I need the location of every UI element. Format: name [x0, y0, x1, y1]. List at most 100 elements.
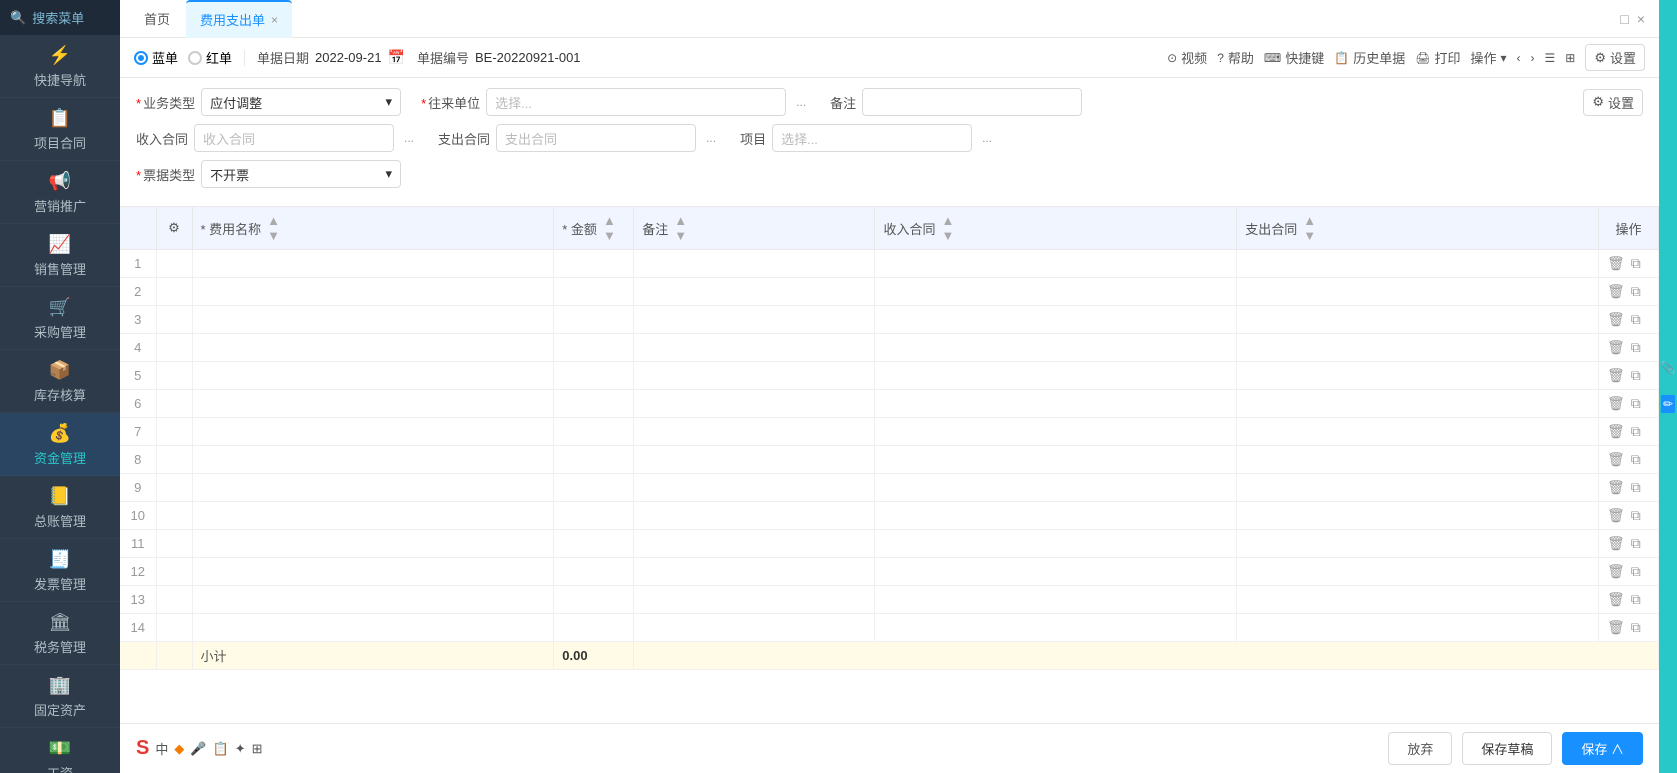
delete-row-2[interactable]: 🗑	[1607, 283, 1625, 300]
cell-income-8[interactable]	[875, 446, 1237, 474]
panel-edit-icon[interactable]: ✏	[1661, 395, 1675, 413]
expense-contract-dots[interactable]: ...	[702, 131, 720, 145]
save-draft-button[interactable]: 保存草稿	[1462, 732, 1552, 765]
sidebar-item-purchase[interactable]: 🛒采购管理	[0, 287, 120, 350]
delete-row-13[interactable]: 🗑	[1607, 591, 1625, 608]
sidebar-item-tax[interactable]: 🏛税务管理	[0, 602, 120, 665]
cell-expense-contract-8[interactable]	[1237, 446, 1599, 474]
tab-close-icon[interactable]: ×	[271, 13, 278, 27]
cell-expense-contract-5[interactable]	[1237, 362, 1599, 390]
th-amount[interactable]: * 金额 ▲▼	[554, 207, 634, 250]
save-button[interactable]: 保存 ∧	[1562, 732, 1643, 765]
cell-income-14[interactable]	[875, 614, 1237, 642]
expense-contract-select[interactable]: 支出合同	[496, 124, 696, 152]
grid-view-button[interactable]: ⊞	[1565, 51, 1575, 65]
cell-amount-9[interactable]	[554, 474, 634, 502]
cell-expense-contract-4[interactable]	[1237, 334, 1599, 362]
calendar-icon[interactable]: 📅	[388, 49, 405, 66]
cell-income-13[interactable]	[875, 586, 1237, 614]
cell-income-12[interactable]	[875, 558, 1237, 586]
cell-expense-6[interactable]	[192, 390, 554, 418]
cell-expense-contract-13[interactable]	[1237, 586, 1599, 614]
copy-row-9[interactable]: ⧉	[1631, 479, 1641, 496]
shortcut-button[interactable]: ⌨ 快捷键	[1264, 48, 1324, 67]
sidebar-item-project-contract[interactable]: 📋项目合同	[0, 98, 120, 161]
sidebar-item-fixed-assets[interactable]: 🏢固定资产	[0, 665, 120, 728]
tab-expense[interactable]: 费用支出单 ×	[186, 0, 292, 38]
cell-income-9[interactable]	[875, 474, 1237, 502]
sidebar-item-inventory[interactable]: 📦库存核算	[0, 350, 120, 413]
cell-income-3[interactable]	[875, 306, 1237, 334]
copy-row-3[interactable]: ⧉	[1631, 311, 1641, 328]
cell-remark-6[interactable]	[634, 390, 875, 418]
cell-amount-3[interactable]	[554, 306, 634, 334]
invoice-type-select[interactable]: 不开票 ▾	[201, 160, 401, 188]
help-button[interactable]: ? 帮助	[1217, 48, 1254, 67]
cell-expense-8[interactable]	[192, 446, 554, 474]
payee-dots-button[interactable]: ...	[792, 95, 810, 109]
sidebar-item-capital[interactable]: 💰资金管理	[0, 413, 120, 476]
delete-row-9[interactable]: 🗑	[1607, 479, 1625, 496]
cell-remark-9[interactable]	[634, 474, 875, 502]
cell-expense-contract-9[interactable]	[1237, 474, 1599, 502]
delete-row-10[interactable]: 🗑	[1607, 507, 1625, 524]
th-expense-name[interactable]: * 费用名称 ▲▼	[192, 207, 554, 250]
copy-row-7[interactable]: ⧉	[1631, 423, 1641, 440]
th-remark[interactable]: 备注 ▲▼	[634, 207, 875, 250]
cell-expense-contract-3[interactable]	[1237, 306, 1599, 334]
cell-income-7[interactable]	[875, 418, 1237, 446]
cell-amount-1[interactable]	[554, 250, 634, 278]
copy-row-4[interactable]: ⧉	[1631, 339, 1641, 356]
cell-expense-10[interactable]	[192, 502, 554, 530]
cell-amount-13[interactable]	[554, 586, 634, 614]
copy-row-1[interactable]: ⧉	[1631, 255, 1641, 272]
history-button[interactable]: 📋 历史单据	[1334, 48, 1405, 67]
cell-amount-5[interactable]	[554, 362, 634, 390]
cell-expense-5[interactable]	[192, 362, 554, 390]
delete-row-4[interactable]: 🗑	[1607, 339, 1625, 356]
delete-row-11[interactable]: 🗑	[1607, 535, 1625, 552]
cell-expense-14[interactable]	[192, 614, 554, 642]
sidebar-item-accounting[interactable]: 📒总账管理	[0, 476, 120, 539]
cell-income-6[interactable]	[875, 390, 1237, 418]
window-restore-button[interactable]: □	[1620, 11, 1628, 27]
cell-income-2[interactable]	[875, 278, 1237, 306]
sidebar-item-payroll[interactable]: 💵工资	[0, 728, 120, 773]
project-select[interactable]: 选择...	[772, 124, 972, 152]
cell-remark-10[interactable]	[634, 502, 875, 530]
tab-home[interactable]: 首页	[130, 0, 184, 38]
copy-row-5[interactable]: ⧉	[1631, 367, 1641, 384]
copy-row-13[interactable]: ⧉	[1631, 591, 1641, 608]
nav-prev-button[interactable]: ‹	[1517, 51, 1521, 65]
copy-row-6[interactable]: ⧉	[1631, 395, 1641, 412]
cell-remark-7[interactable]	[634, 418, 875, 446]
cell-expense-1[interactable]	[192, 250, 554, 278]
copy-row-12[interactable]: ⧉	[1631, 563, 1641, 580]
copy-row-10[interactable]: ⧉	[1631, 507, 1641, 524]
cell-expense-contract-12[interactable]	[1237, 558, 1599, 586]
sidebar-search[interactable]: 🔍 搜索菜单	[0, 0, 120, 35]
form-settings-button[interactable]: ⚙ 设置	[1583, 89, 1643, 116]
delete-row-1[interactable]: 🗑	[1607, 255, 1625, 272]
cell-expense-12[interactable]	[192, 558, 554, 586]
delete-row-5[interactable]: 🗑	[1607, 367, 1625, 384]
cell-income-1[interactable]	[875, 250, 1237, 278]
video-button[interactable]: ⊙ 视频	[1167, 48, 1207, 67]
cell-expense-contract-6[interactable]	[1237, 390, 1599, 418]
cell-remark-11[interactable]	[634, 530, 875, 558]
cell-expense-contract-2[interactable]	[1237, 278, 1599, 306]
payee-select[interactable]: 选择...	[486, 88, 786, 116]
settings-button[interactable]: ⚙ 设置	[1585, 44, 1645, 71]
cell-income-4[interactable]	[875, 334, 1237, 362]
cell-remark-8[interactable]	[634, 446, 875, 474]
income-contract-select[interactable]: 收入合同	[194, 124, 394, 152]
th-income-contract[interactable]: 收入合同 ▲▼	[875, 207, 1237, 250]
delete-row-12[interactable]: 🗑	[1607, 563, 1625, 580]
window-close-button[interactable]: ×	[1637, 11, 1645, 27]
cell-remark-5[interactable]	[634, 362, 875, 390]
cell-expense-contract-7[interactable]	[1237, 418, 1599, 446]
cell-amount-14[interactable]	[554, 614, 634, 642]
discard-button[interactable]: 放弃	[1388, 732, 1452, 765]
copy-row-14[interactable]: ⧉	[1631, 619, 1641, 636]
business-type-select[interactable]: 应付调整 ▾	[201, 88, 401, 116]
